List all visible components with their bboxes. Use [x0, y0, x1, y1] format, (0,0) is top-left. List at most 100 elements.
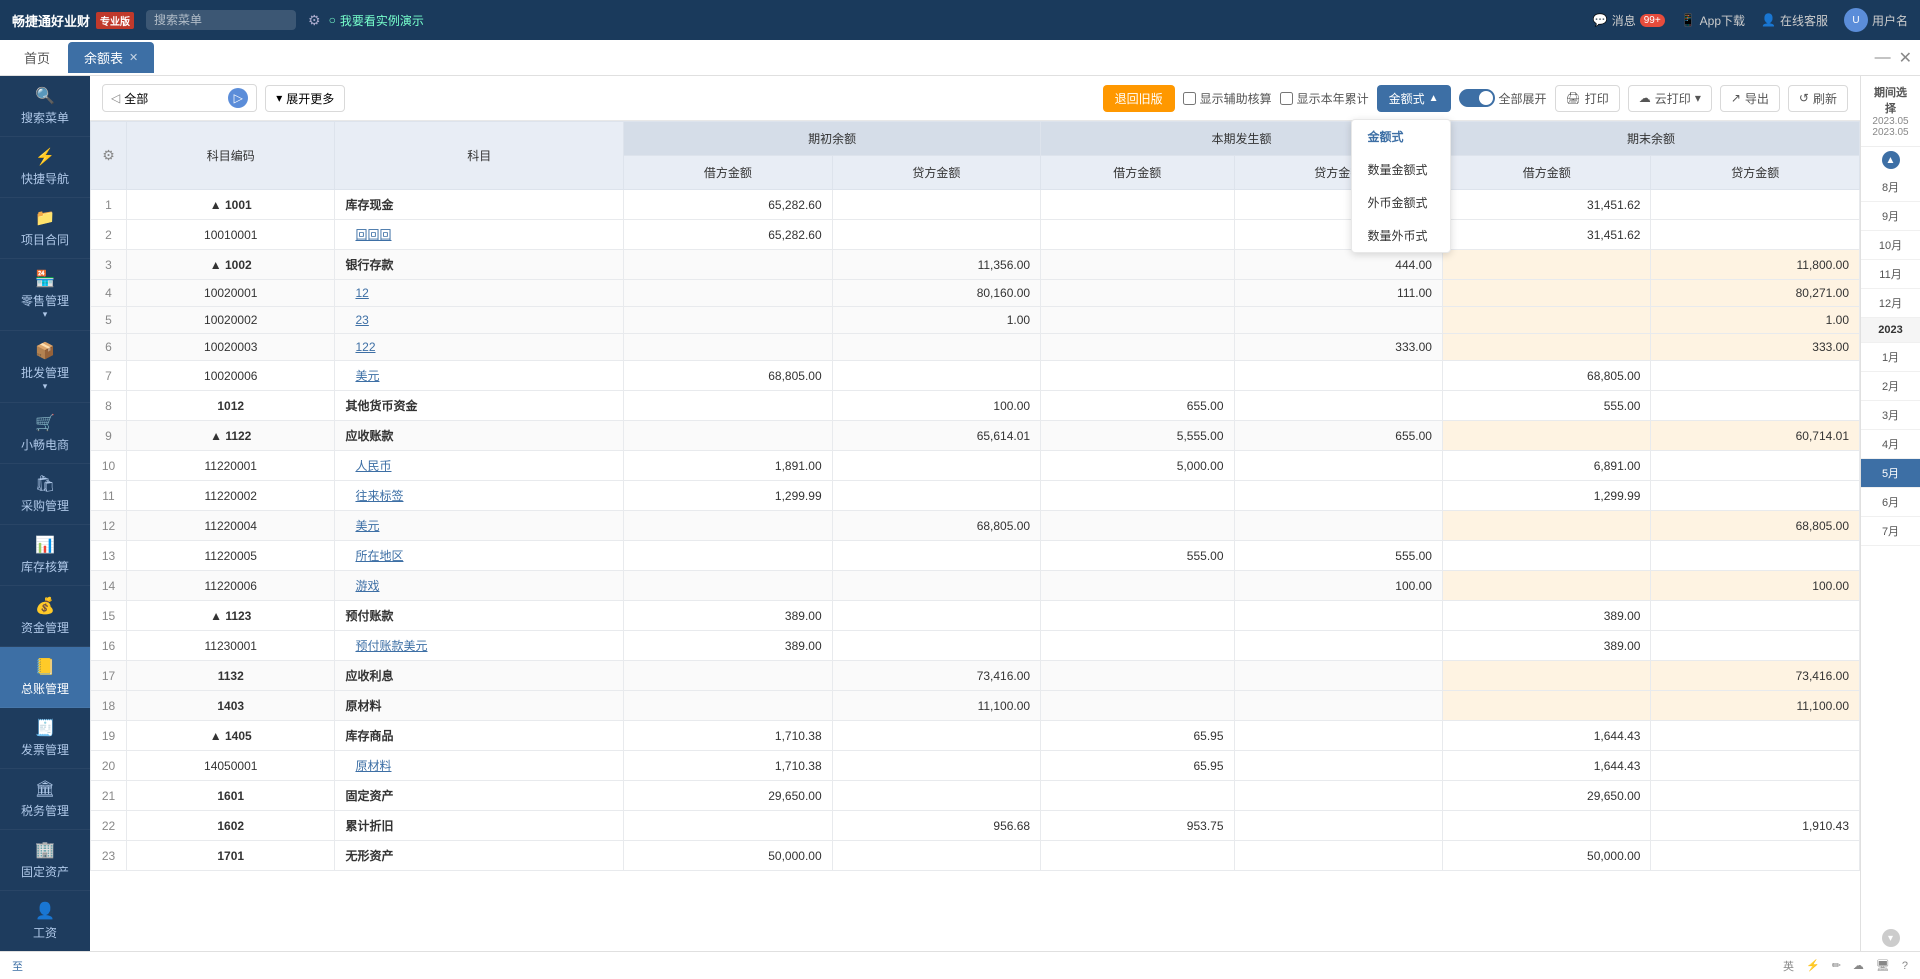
search-icon: 🔍 — [6, 86, 84, 106]
dropdown-item-waibi[interactable]: 外币金额式 — [1352, 186, 1450, 219]
cell-qimo-cre: 60,714.01 — [1651, 421, 1860, 451]
table-row: 17 1132 应收利息 73,416.00 73,416.00 — [91, 661, 1860, 691]
period-2023-05[interactable]: 5月 — [1861, 459, 1920, 488]
sidebar-item-capital[interactable]: 💰 资金管理 — [0, 586, 90, 647]
period-2022-10[interactable]: 10月 — [1861, 231, 1920, 260]
account-link[interactable]: 美元 — [355, 369, 379, 383]
cell-qimo-deb: 6,891.00 — [1442, 451, 1650, 481]
account-link[interactable]: 原材料 — [355, 759, 391, 773]
tab-minimize-btn[interactable]: — — [1875, 48, 1891, 68]
message-btn[interactable]: 💬 消息 99+ — [1593, 12, 1665, 29]
sidebar-item-retail[interactable]: 🏪 零售管理 ▾ — [0, 259, 90, 331]
demo-link[interactable]: ○ 我要看实例演示 — [329, 12, 424, 29]
export-btn[interactable]: ↗ 导出 — [1720, 85, 1780, 112]
table-settings-icon[interactable]: ⚙ — [102, 147, 115, 163]
period-2022-12[interactable]: 12月 — [1861, 289, 1920, 318]
filter-input[interactable] — [124, 91, 224, 105]
cell-qimo-deb — [1442, 811, 1650, 841]
period-2023-07[interactable]: 7月 — [1861, 517, 1920, 546]
sidebar-item-project[interactable]: 📁 项目合同 — [0, 198, 90, 259]
app-download-btn[interactable]: 📱 App下载 — [1681, 12, 1745, 29]
account-link[interactable]: 预付账款美元 — [355, 639, 427, 653]
top-search-input[interactable] — [146, 10, 296, 30]
download-icon: 📱 — [1681, 13, 1696, 27]
tab-home-label: 首页 — [24, 48, 50, 67]
online-service-btn[interactable]: 👤 在线客服 — [1761, 12, 1828, 29]
account-link[interactable]: 游戏 — [355, 579, 379, 593]
period-2022-11[interactable]: 11月 — [1861, 260, 1920, 289]
period-2023-04[interactable]: 4月 — [1861, 430, 1920, 459]
checkbox-aux-input[interactable] — [1183, 92, 1196, 105]
dropdown-item-jine[interactable]: 金额式 — [1352, 120, 1450, 153]
cell-name: 预付账款 — [335, 601, 624, 631]
account-link[interactable]: 所在地区 — [355, 549, 403, 563]
period-2023-06[interactable]: 6月 — [1861, 488, 1920, 517]
period-2023-01[interactable]: 1月 — [1861, 343, 1920, 372]
account-link[interactable]: 往来标签 — [355, 489, 403, 503]
table-row: 12 11220004 美元 68,805.00 68,805.00 — [91, 511, 1860, 541]
account-name: 固定资产 — [345, 789, 393, 803]
account-link[interactable]: 回回回 — [355, 228, 391, 242]
cell-name: 库存商品 — [335, 721, 624, 751]
status-monitor-icon[interactable]: 🖥 — [1876, 959, 1890, 972]
search-nav-btn[interactable]: ▷ — [228, 88, 248, 108]
tab-close-icon[interactable]: ✕ — [129, 51, 138, 64]
dropdown-item-shuliangwaibi[interactable]: 数量外币式 — [1352, 219, 1450, 252]
sidebar-item-search[interactable]: 🔍 搜索菜单 — [0, 76, 90, 137]
dropdown-item-shuliang[interactable]: 数量金额式 — [1352, 153, 1450, 186]
status-lang[interactable]: 英 — [1783, 958, 1794, 974]
status-help-icon[interactable]: ? — [1902, 960, 1908, 972]
account-name: 库存商品 — [345, 729, 393, 743]
search-left-arrow[interactable]: ◁ — [111, 91, 120, 105]
account-link[interactable]: 23 — [355, 313, 368, 327]
sidebar-item-wholesale[interactable]: 📦 批发管理 ▾ — [0, 331, 90, 403]
account-link[interactable]: 美元 — [355, 519, 379, 533]
settings-icon[interactable]: ⚙ — [308, 12, 321, 29]
sidebar-item-purchase[interactable]: 🛍 采购管理 — [0, 464, 90, 525]
sidebar-item-inventory[interactable]: 📊 库存核算 — [0, 525, 90, 586]
expand-btn[interactable]: ▾ 展开更多 — [265, 85, 345, 112]
checkbox-year-input[interactable] — [1280, 92, 1293, 105]
toggle-track[interactable] — [1459, 89, 1495, 107]
mode-btn[interactable]: 金额式 ▲ — [1377, 85, 1451, 112]
toolbar-left: ◁ ▷ ▾ 展开更多 — [102, 84, 345, 112]
cell-name: 美元 — [335, 361, 624, 391]
return-old-btn[interactable]: 退回旧版 — [1103, 85, 1175, 112]
period-2023-year[interactable]: 2023 — [1861, 318, 1920, 343]
tab-close-btn[interactable]: ✕ — [1899, 48, 1912, 68]
sidebar-label-assets: 固定资产 — [6, 863, 84, 880]
tab-home[interactable]: 首页 — [8, 42, 66, 73]
cell-benfasd-cre — [1234, 601, 1442, 631]
cloud-print-btn[interactable]: ☁ 云打印 ▾ — [1628, 85, 1712, 112]
tab-yue[interactable]: 余额表 ✕ — [68, 42, 154, 73]
period-up-btn[interactable]: ▲ — [1882, 151, 1900, 169]
sidebar-item-salary[interactable]: 👤 工资 — [0, 891, 90, 951]
cell-no: 16 — [91, 631, 127, 661]
sidebar-item-tax[interactable]: 🏛 税务管理 — [0, 769, 90, 830]
period-2023-03[interactable]: 3月 — [1861, 401, 1920, 430]
period-2022-08[interactable]: 8月 — [1861, 173, 1920, 202]
status-cloud-icon[interactable]: ☁ — [1853, 959, 1864, 972]
period-down-btn[interactable]: ▾ — [1882, 929, 1900, 947]
account-link[interactable]: 122 — [355, 340, 375, 354]
sidebar-item-accounting[interactable]: 📒 总账管理 — [0, 647, 90, 708]
cell-code: 10020002 — [127, 307, 335, 334]
cell-qichu-deb — [624, 250, 832, 280]
sidebar-item-invoice[interactable]: 🧾 发票管理 — [0, 708, 90, 769]
checkbox-year[interactable]: 显示本年累计 — [1280, 90, 1369, 107]
cell-code: ▲ 1123 — [127, 601, 335, 631]
refresh-btn[interactable]: ↺ 刷新 — [1788, 85, 1848, 112]
checkbox-aux[interactable]: 显示辅助核算 — [1183, 90, 1272, 107]
user-avatar-btn[interactable]: U 用户名 — [1844, 8, 1908, 32]
account-link[interactable]: 12 — [355, 286, 368, 300]
status-bolt-icon[interactable]: ⚡ — [1806, 959, 1820, 972]
sidebar-item-ecommerce[interactable]: 🛒 小畅电商 — [0, 403, 90, 464]
account-link[interactable]: 人民币 — [355, 459, 391, 473]
period-2022-09[interactable]: 9月 — [1861, 202, 1920, 231]
status-edit-icon[interactable]: ✏ — [1832, 959, 1841, 972]
period-2023-02[interactable]: 2月 — [1861, 372, 1920, 401]
print-btn[interactable]: 🖨 打印 — [1555, 85, 1620, 112]
cell-qichu-deb — [624, 334, 832, 361]
sidebar-item-assets[interactable]: 🏢 固定资产 — [0, 830, 90, 891]
sidebar-item-quicknav[interactable]: ⚡ 快捷导航 — [0, 137, 90, 198]
